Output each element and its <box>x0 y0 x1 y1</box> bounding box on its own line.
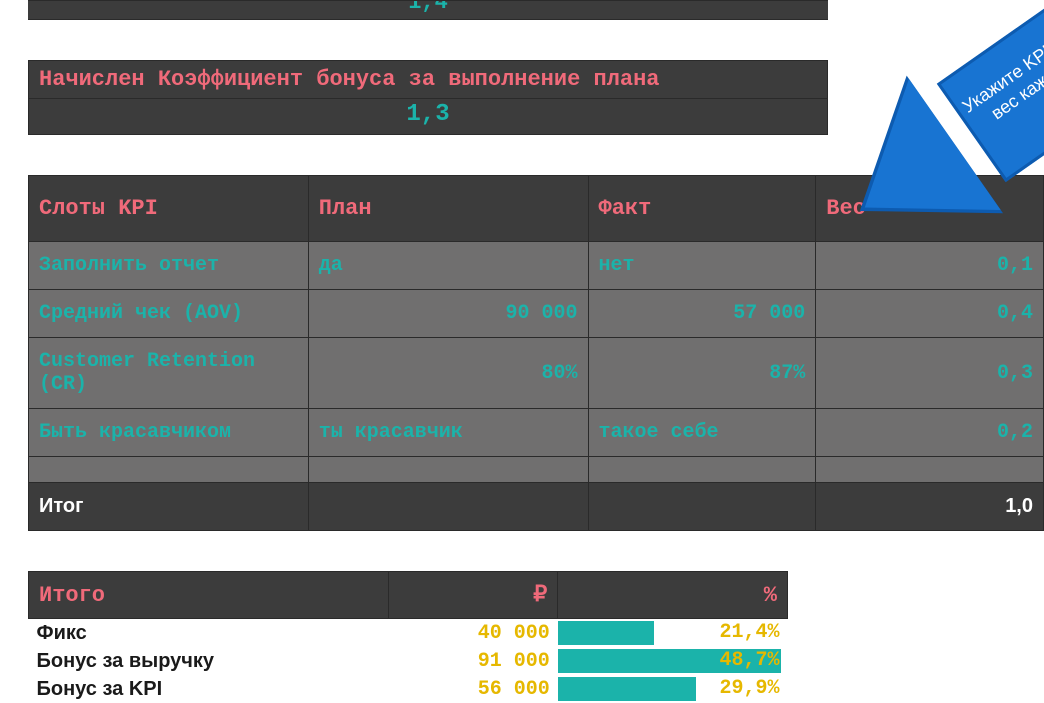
summary-rub-cell: 56 000 <box>388 675 558 703</box>
kpi-header-slots: Слоты KPI <box>29 176 309 242</box>
summary-block: Итого ₽ % Фикс40 00021,4%Бонус за выручк… <box>28 571 788 703</box>
kpi-total-label: Итог <box>29 483 309 531</box>
kpi-blank-row <box>29 457 1044 483</box>
summary-header-label: Итого <box>29 572 389 619</box>
table-row: Customer Retention (CR)80%87%0,3 <box>29 338 1044 409</box>
table-row: Средний чек (AOV)90 00057 0000,4 <box>29 290 1044 338</box>
prev-coefficient-block: 1,4 <box>28 0 828 20</box>
coefficient-title-row: Начислен Коэффициент бонуса за выполнени… <box>28 60 828 99</box>
kpi-blank-cell <box>588 457 816 483</box>
kpi-fakt-cell: такое себе <box>588 409 816 457</box>
summary-label-cell: Бонус за выручку <box>29 647 389 675</box>
table-row: Бонус за KPI56 00029,9% <box>29 675 788 703</box>
coefficient-value-row: 1,3 <box>28 99 828 135</box>
kpi-plan-cell: ты красавчик <box>308 409 588 457</box>
kpi-blank-cell <box>29 457 309 483</box>
summary-header-row: Итого ₽ % <box>29 572 788 619</box>
kpi-slot-cell: Customer Retention (CR) <box>29 338 309 409</box>
summary-pct-cell: 48,7% <box>558 647 788 675</box>
kpi-total-empty <box>588 483 816 531</box>
summary-pct-text: 48,7% <box>558 647 788 675</box>
summary-pct-cell: 21,4% <box>558 619 788 648</box>
coefficient-value: 1,3 <box>406 101 449 128</box>
table-row: Быть красавчикомты красавчиктакое себе0,… <box>29 409 1044 457</box>
kpi-slot-cell: Быть красавчиком <box>29 409 309 457</box>
kpi-plan-cell: 90 000 <box>308 290 588 338</box>
kpi-header-plan: План <box>308 176 588 242</box>
prev-coefficient-value: 1,4 <box>28 0 828 20</box>
coefficient-block: Начислен Коэффициент бонуса за выполнени… <box>28 60 828 135</box>
kpi-total-row: Итог 1,0 <box>29 483 1044 531</box>
summary-pct-text: 21,4% <box>558 619 788 647</box>
summary-header-rub: ₽ <box>388 572 558 619</box>
kpi-ves-cell: 0,4 <box>816 290 1044 338</box>
kpi-plan-cell: да <box>308 242 588 290</box>
summary-label-cell: Бонус за KPI <box>29 675 389 703</box>
kpi-plan-cell: 80% <box>308 338 588 409</box>
kpi-blank-cell <box>816 457 1044 483</box>
summary-pct-cell: 29,9% <box>558 675 788 703</box>
kpi-fakt-cell: 87% <box>588 338 816 409</box>
coefficient-title: Начислен Коэффициент бонуса за выполнени… <box>39 67 660 92</box>
kpi-fakt-cell: нет <box>588 242 816 290</box>
kpi-fakt-cell: 57 000 <box>588 290 816 338</box>
kpi-header-fakt: Факт <box>588 176 816 242</box>
kpi-slot-cell: Средний чек (AOV) <box>29 290 309 338</box>
kpi-ves-cell: 0,2 <box>816 409 1044 457</box>
kpi-total-empty <box>308 483 588 531</box>
summary-rub-cell: 40 000 <box>388 619 558 648</box>
table-row: Бонус за выручку91 00048,7% <box>29 647 788 675</box>
kpi-total-ves: 1,0 <box>816 483 1044 531</box>
summary-header-pct: % <box>558 572 788 619</box>
kpi-ves-cell: 0,3 <box>816 338 1044 409</box>
kpi-blank-cell <box>308 457 588 483</box>
summary-rub-cell: 91 000 <box>388 647 558 675</box>
summary-pct-text: 29,9% <box>558 675 788 703</box>
kpi-slot-cell: Заполнить отчет <box>29 242 309 290</box>
summary-table: Итого ₽ % Фикс40 00021,4%Бонус за выручк… <box>28 571 788 703</box>
table-row: Фикс40 00021,4% <box>29 619 788 648</box>
summary-label-cell: Фикс <box>29 619 389 648</box>
